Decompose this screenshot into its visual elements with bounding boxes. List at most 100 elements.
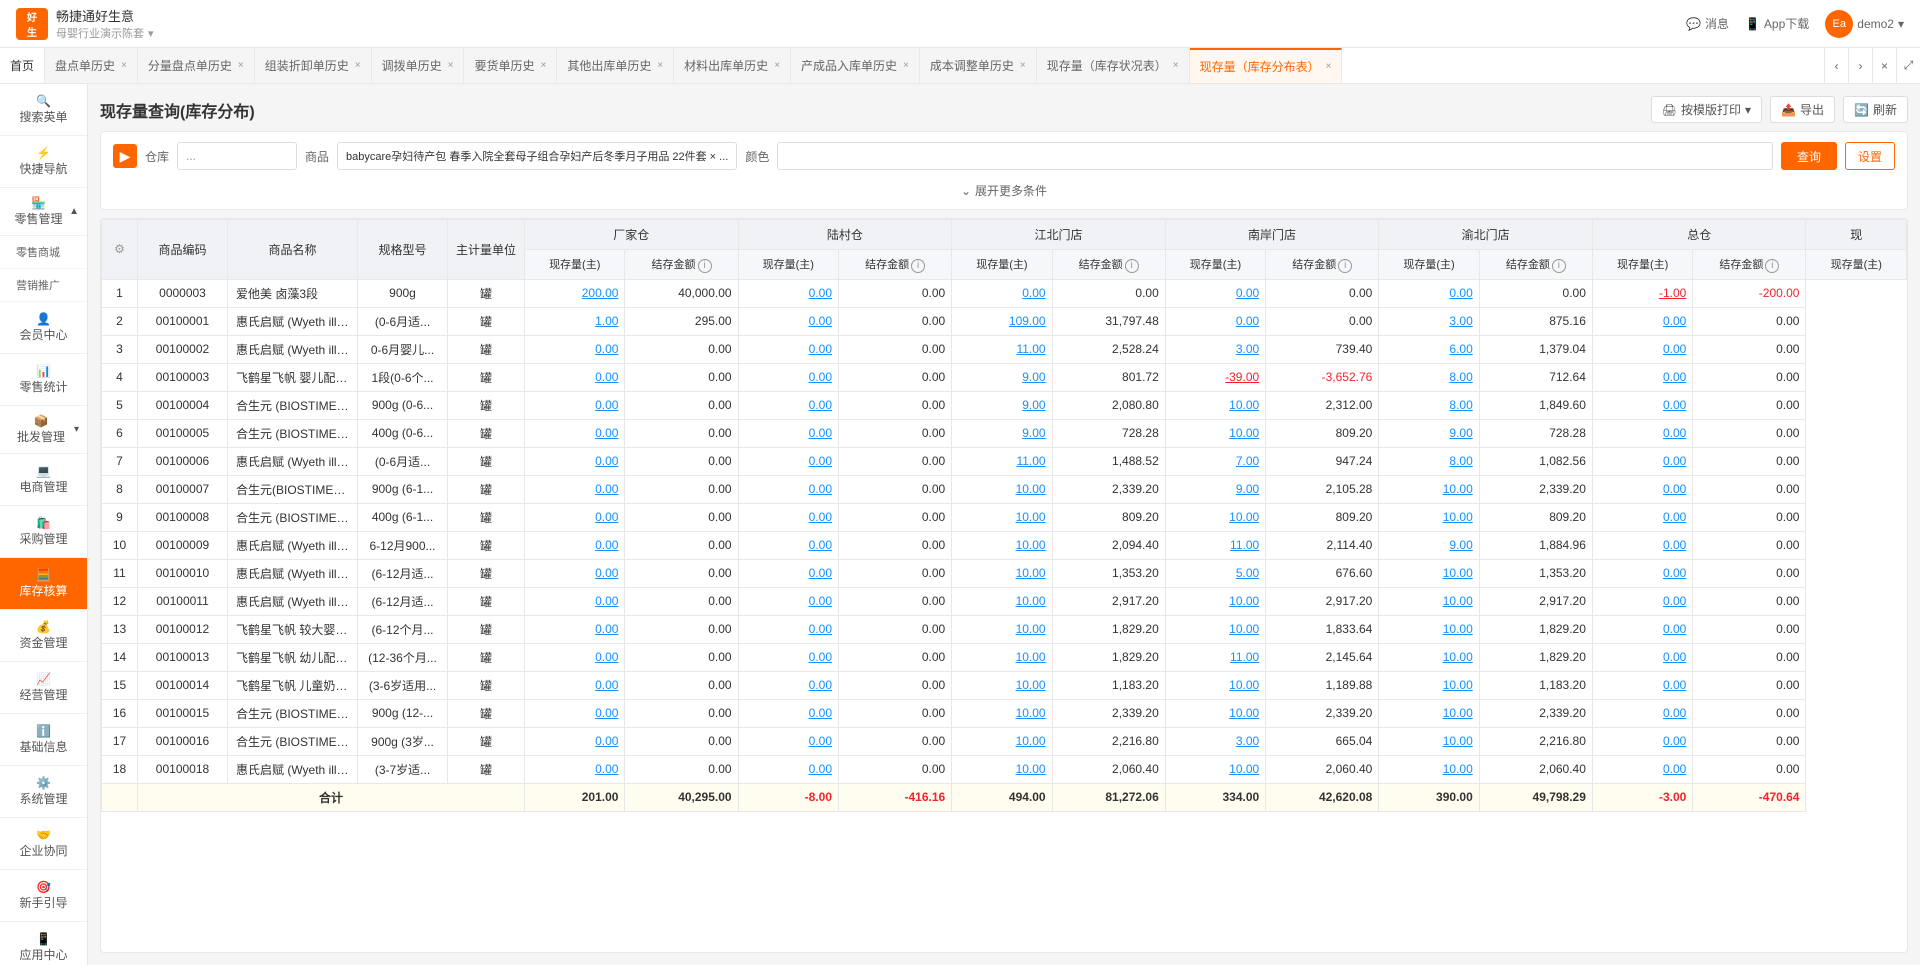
th-gear[interactable]: ⚙ (102, 220, 138, 280)
info-icon[interactable]: i (1552, 259, 1566, 273)
info-icon[interactable]: i (1125, 259, 1139, 273)
sidebar-item-inventory[interactable]: 🧮 库存核算 (0, 558, 87, 610)
sidebar-item-app-center[interactable]: 📱 应用中心 (0, 922, 87, 965)
print-icon: 🖨 (1662, 103, 1677, 117)
close-icon[interactable]: × (657, 60, 663, 71)
goods-input[interactable]: babycare孕妇待产包 春季入院全套母子组合孕妇产后冬季月子用品 22件套 … (337, 142, 737, 170)
table-row: 400100003飞鹤星飞帆 婴儿配方奶...1段(0-6个...罐0.000.… (102, 363, 1907, 391)
table-row: 500100004合生元 (BIOSTIME) ...900g (0-6...罐… (102, 391, 1907, 419)
top-actions: 💬 消息 📱 App下载 Ea demo2 ▾ (1686, 10, 1904, 38)
tab-cost-adjust[interactable]: 成本调整单历史 × (920, 48, 1037, 84)
sidebar-item-guide[interactable]: 🎯 新手引导 (0, 870, 87, 922)
sidebar-item-purchase[interactable]: 🛍️ 采购管理 (0, 506, 87, 558)
query-btn[interactable]: 查询 (1781, 142, 1837, 170)
export-icon: 📤 (1781, 103, 1796, 117)
sidebar-item-basic-info[interactable]: ℹ️ 基础信息 (0, 714, 87, 766)
filter-row: ▶ 仓库 ... 商品 babycare孕妇待产包 春季入院全套母子组合孕妇产后… (113, 142, 1895, 170)
table-row: 1800100018惠氏启赋 (Wyeth illu...(3-7岁适...罐0… (102, 755, 1907, 783)
tab-close-all-btn[interactable]: × (1872, 48, 1896, 84)
close-icon[interactable]: × (774, 60, 780, 71)
sidebar-item-member[interactable]: 👤 会员中心 (0, 302, 87, 354)
logo-icon: 好生 (16, 8, 48, 40)
sidebar-item-ecommerce[interactable]: 💻 电商管理 (0, 454, 87, 506)
table-row: 1300100012飞鹤星飞帆 较大婴儿配...(6-12个月...罐0.000… (102, 615, 1907, 643)
tab-other-out[interactable]: 其他出库单历史 × (557, 48, 674, 84)
tab-inventory-count[interactable]: 盘点单历史 × (45, 48, 138, 84)
sidebar-item-wholesale[interactable]: 📦 批发管理 ▾ (0, 406, 87, 454)
close-icon[interactable]: × (1173, 60, 1179, 71)
th-w2-amt: 结存金额i (839, 250, 952, 280)
close-icon[interactable]: × (903, 60, 909, 71)
sidebar-item-finance[interactable]: 💰 资金管理 (0, 610, 87, 662)
more-filter-btn[interactable]: ⌄ 展开更多条件 (961, 182, 1047, 199)
user-menu[interactable]: Ea demo2 ▾ (1825, 10, 1904, 38)
close-icon[interactable]: × (1020, 60, 1026, 71)
chevron-down-icon: ▾ (74, 424, 79, 435)
info-icon[interactable]: i (698, 259, 712, 273)
app-download-icon: 📱 (1745, 17, 1760, 31)
info-icon[interactable]: i (1338, 259, 1352, 273)
refresh-btn[interactable]: 🔄 刷新 (1843, 96, 1908, 123)
close-icon[interactable]: × (355, 60, 361, 71)
logo-area: 好生 畅捷通好生意 母婴行业演示陈套 ▾ (16, 6, 154, 41)
sidebar-item-retail-stat[interactable]: 📊 零售统计 (0, 354, 87, 406)
filter-toggle-btn[interactable]: ▶ (113, 144, 137, 168)
gear-icon[interactable]: ⚙ (114, 242, 125, 256)
th-w5-qty: 现存量(主) (1379, 250, 1479, 280)
th-total-amt: 结存金额i (1693, 250, 1806, 280)
warehouse-input[interactable]: ... (177, 142, 297, 170)
th-warehouse-total: 总仓 (1592, 220, 1806, 250)
chevron-down-icon: ⌄ (961, 184, 971, 198)
sidebar-item-search[interactable]: 🔍 搜索英单 (0, 84, 87, 136)
tab-transfer[interactable]: 调拨单历史 × (372, 48, 465, 84)
close-icon[interactable]: × (448, 60, 454, 71)
sidebar-item-system[interactable]: ⚙️ 系统管理 (0, 766, 87, 818)
th-w4-amt: 结存金额i (1266, 250, 1379, 280)
print-btn[interactable]: 🖨 按模版打印 ▾ (1651, 96, 1762, 123)
tab-home[interactable]: 首页 (0, 48, 45, 84)
close-icon[interactable]: × (1326, 61, 1332, 72)
tab-stock-dist[interactable]: 现存量（库存分布表） × (1190, 48, 1343, 84)
close-icon[interactable]: × (121, 60, 127, 71)
avatar: Ea (1825, 10, 1853, 38)
page-container: 现存量查询(库存分布) 🖨 按模版打印 ▾ 📤 导出 🔄 刷新 (88, 84, 1920, 965)
tab-split-count[interactable]: 分量盘点单历史 × (138, 48, 255, 84)
tab-expand-btn[interactable]: ⤢ (1896, 48, 1920, 84)
color-label: 颜色 (745, 148, 769, 165)
table-row: 600100005合生元 (BIOSTIME) ...400g (0-6...罐… (102, 419, 1907, 447)
tab-next-btn[interactable]: › (1848, 48, 1872, 84)
sidebar-item-retail[interactable]: 🏪 零售管理 ▲ (0, 188, 87, 236)
info-icon[interactable]: i (911, 259, 925, 273)
message-icon: 💬 (1686, 17, 1701, 31)
message-btn[interactable]: 💬 消息 (1686, 15, 1729, 32)
sidebar-item-nav[interactable]: ⚡ 快捷导航 (0, 136, 87, 188)
th-warehouse-3: 江北门店 (952, 220, 1166, 250)
industry-label: 母婴行业演示陈套 (56, 25, 144, 41)
tab-prev-btn[interactable]: ‹ (1824, 48, 1848, 84)
tab-product-in[interactable]: 产成品入库单历史 × (791, 48, 920, 84)
sidebar-sub-mall[interactable]: 零售商城 (0, 236, 87, 269)
tab-order[interactable]: 要货单历史 × (464, 48, 557, 84)
sidebar-item-collab[interactable]: 🤝 企业协同 (0, 818, 87, 870)
sidebar-item-business[interactable]: 📈 经营管理 (0, 662, 87, 714)
data-table-container[interactable]: ⚙ 商品编码 商品名称 规格型号 主计量单位 厂家仓 陆村仓 江北门店 南岸门店… (100, 218, 1908, 953)
th-warehouse-5: 渝北门店 (1379, 220, 1593, 250)
info-icon[interactable]: i (1765, 259, 1779, 273)
tab-stock-status[interactable]: 现存量（库存状况表） × (1037, 48, 1190, 84)
sidebar-sub-marketing[interactable]: 营销推广 (0, 269, 87, 302)
chevron-up-icon: ▲ (69, 206, 79, 217)
page-title: 现存量查询(库存分布) (100, 98, 255, 122)
settings-btn[interactable]: 设置 (1845, 142, 1895, 170)
export-btn[interactable]: 📤 导出 (1770, 96, 1835, 123)
app-download-btn[interactable]: 📱 App下载 (1745, 15, 1809, 32)
color-input[interactable] (777, 142, 1773, 170)
close-icon[interactable]: × (238, 60, 244, 71)
tab-material-out[interactable]: 材料出库单历史 × (674, 48, 791, 84)
close-icon[interactable]: × (540, 60, 546, 71)
th-warehouse-2: 陆村仓 (738, 220, 952, 250)
summary-row: 合计201.0040,295.00-8.00-416.16494.0081,27… (102, 783, 1907, 811)
tab-assembly[interactable]: 组装折卸单历史 × (255, 48, 372, 84)
th-w1-amt: 结存金额i (625, 250, 738, 280)
th-w1-qty: 现存量(主) (525, 250, 625, 280)
main-content: 现存量查询(库存分布) 🖨 按模版打印 ▾ 📤 导出 🔄 刷新 (88, 84, 1920, 965)
